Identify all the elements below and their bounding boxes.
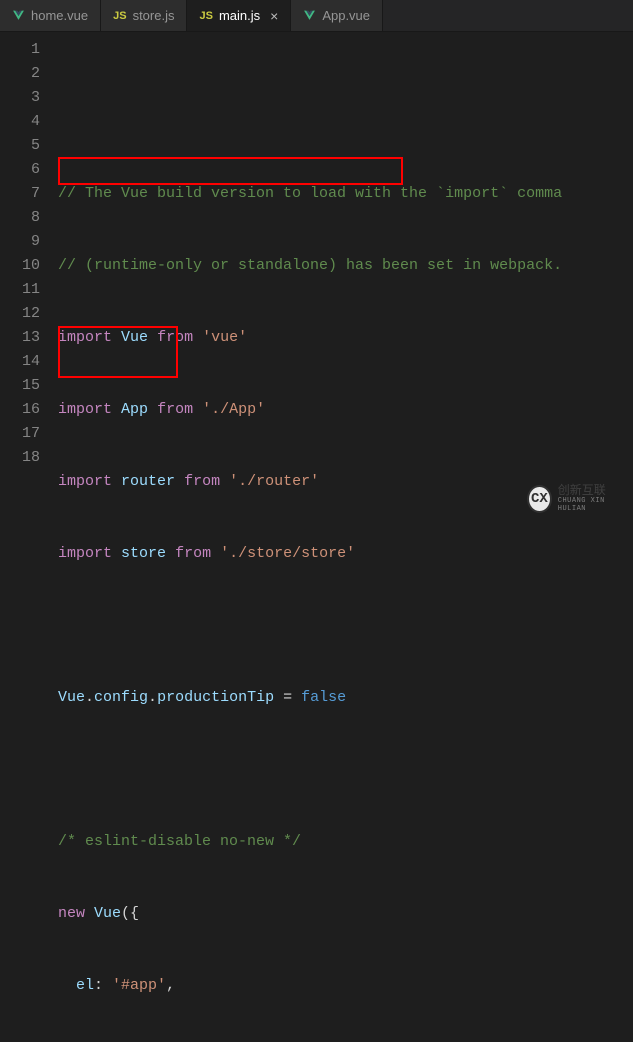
code-area[interactable]: // The Vue build version to load with th… — [58, 32, 633, 521]
tab-label: main.js — [219, 8, 260, 23]
line-number: 16 — [0, 398, 40, 422]
code-line-1: // The Vue build version to load with th… — [58, 182, 633, 206]
js-icon: JS — [199, 10, 212, 22]
code-line-12: el: '#app', — [58, 974, 633, 998]
line-number: 14 — [0, 350, 40, 374]
line-number: 10 — [0, 254, 40, 278]
line-number: 11 — [0, 278, 40, 302]
tab-store-js[interactable]: JS store.js — [101, 0, 187, 31]
line-number: 12 — [0, 302, 40, 326]
tab-label: store.js — [133, 8, 175, 23]
code-line-3: import Vue from 'vue' — [58, 326, 633, 350]
line-number: 2 — [0, 62, 40, 86]
editor: 123456789101112131415161718 // The Vue b… — [0, 32, 633, 521]
code-line-10: /* eslint-disable no-new */ — [58, 830, 633, 854]
line-number: 9 — [0, 230, 40, 254]
code-line-4: import App from './App' — [58, 398, 633, 422]
line-number: 8 — [0, 206, 40, 230]
line-number: 18 — [0, 446, 40, 470]
line-number: 7 — [0, 182, 40, 206]
tab-bar: home.vue JS store.js JS main.js × App.vu… — [0, 0, 633, 32]
close-icon[interactable]: × — [270, 8, 278, 24]
tab-main-js[interactable]: JS main.js × — [187, 0, 291, 31]
watermark-logo: CX — [527, 485, 552, 513]
line-number: 3 — [0, 86, 40, 110]
tab-label: home.vue — [31, 8, 88, 23]
line-number: 17 — [0, 422, 40, 446]
line-number: 4 — [0, 110, 40, 134]
vue-icon — [12, 9, 25, 22]
tab-app-vue[interactable]: App.vue — [291, 0, 383, 31]
watermark-brand: 创新互联 — [558, 485, 627, 497]
tab-label: App.vue — [322, 8, 370, 23]
code-line-7 — [58, 614, 633, 638]
line-number: 1 — [0, 38, 40, 62]
code-line-11: new Vue({ — [58, 902, 633, 926]
js-icon: JS — [113, 10, 126, 22]
code-line-6: import store from './store/store' — [58, 542, 633, 566]
code-line-9 — [58, 758, 633, 782]
line-number: 13 — [0, 326, 40, 350]
line-number-gutter: 123456789101112131415161718 — [0, 32, 58, 521]
line-number: 15 — [0, 374, 40, 398]
code-line-8: Vue.config.productionTip = false — [58, 686, 633, 710]
line-number: 6 — [0, 158, 40, 182]
watermark: CX 创新互联 CHUANG XIN HULIAN — [527, 483, 627, 515]
tab-home-vue[interactable]: home.vue — [0, 0, 101, 31]
code-line-2: // (runtime-only or standalone) has been… — [58, 254, 633, 278]
vue-icon — [303, 9, 316, 22]
line-number: 5 — [0, 134, 40, 158]
watermark-sub: CHUANG XIN HULIAN — [558, 497, 627, 513]
highlight-box-import-store — [58, 157, 403, 185]
